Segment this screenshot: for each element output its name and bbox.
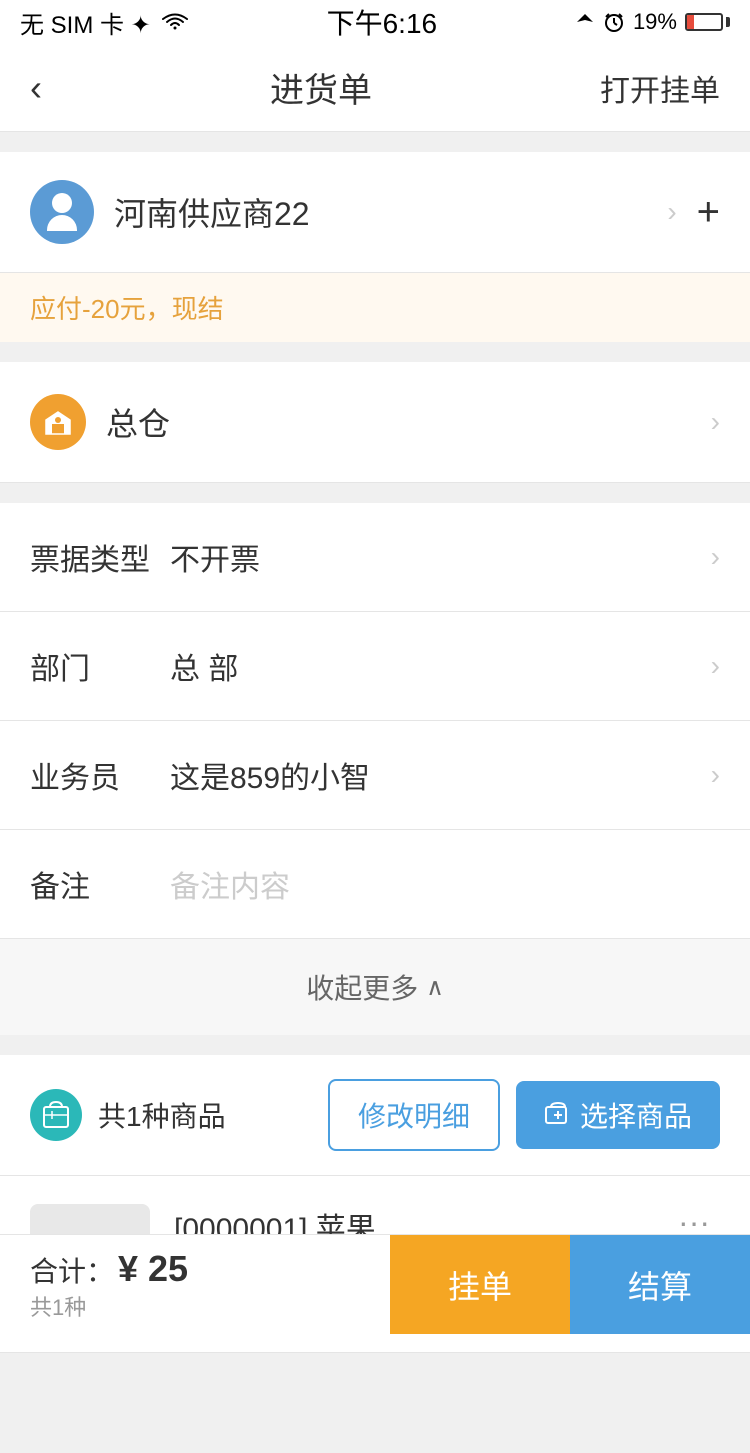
department-label: 部门 bbox=[30, 644, 170, 688]
salesperson-label: 业务员 bbox=[30, 753, 170, 797]
collapse-row[interactable]: 收起更多 ∧ bbox=[0, 939, 750, 1035]
divider-1 bbox=[0, 342, 750, 362]
hang-order-button[interactable]: 挂单 bbox=[390, 1235, 570, 1334]
supplier-name: 河南供应商22 bbox=[114, 189, 667, 235]
collapse-text: 收起更多 bbox=[306, 967, 418, 1007]
invoice-type-chevron-icon: › bbox=[711, 541, 720, 573]
total-label: 合计： bbox=[30, 1250, 114, 1290]
add-supplier-button[interactable]: + bbox=[697, 192, 720, 232]
total-amount: ¥ 25 bbox=[118, 1248, 188, 1290]
cart-icon bbox=[544, 1101, 572, 1129]
top-divider bbox=[0, 132, 750, 152]
person-head bbox=[52, 193, 72, 213]
person-body bbox=[47, 215, 77, 231]
avatar bbox=[30, 180, 94, 244]
warehouse-row[interactable]: 总仓 › bbox=[0, 362, 750, 483]
hang-btn-text: 挂单 bbox=[448, 1262, 512, 1308]
department-value: 总 部 bbox=[170, 644, 711, 688]
warehouse-label: 总仓 bbox=[106, 399, 711, 445]
invoice-type-row[interactable]: 票据类型 不开票 › bbox=[0, 503, 750, 612]
product-count: 共1种商品 bbox=[98, 1095, 328, 1135]
signal-text: 无 SIM 卡 ✦ bbox=[20, 5, 151, 40]
total-count: 共1种 bbox=[30, 1290, 360, 1322]
remark-row[interactable]: 备注 备注内容 bbox=[0, 830, 750, 939]
warehouse-icon bbox=[30, 394, 86, 450]
page-title: 进货单 bbox=[270, 63, 372, 112]
supplier-section: 河南供应商22 › + 应付-20元，现结 bbox=[0, 152, 750, 342]
back-button[interactable]: ‹ bbox=[30, 67, 42, 109]
invoice-type-label: 票据类型 bbox=[30, 535, 170, 579]
warehouse-section: 总仓 › bbox=[0, 362, 750, 483]
form-section: 票据类型 不开票 › 部门 总 部 › 业务员 这是859的小智 › 备注 备注… bbox=[0, 503, 750, 939]
status-bar: 无 SIM 卡 ✦ 下午6:16 19% bbox=[0, 0, 750, 44]
status-left: 无 SIM 卡 ✦ bbox=[20, 5, 189, 40]
product-header: 共1种商品 修改明细 选择商品 bbox=[0, 1055, 750, 1176]
status-right: 19% bbox=[575, 9, 730, 35]
department-row[interactable]: 部门 总 部 › bbox=[0, 612, 750, 721]
alarm-icon bbox=[603, 11, 625, 33]
salesperson-value: 这是859的小智 bbox=[170, 753, 711, 797]
bottom-spacer bbox=[0, 1353, 750, 1453]
battery-percent: 19% bbox=[633, 9, 677, 35]
warehouse-chevron-icon: › bbox=[711, 406, 720, 438]
supplier-row[interactable]: 河南供应商22 › + bbox=[0, 152, 750, 273]
divider-3 bbox=[0, 1035, 750, 1055]
invoice-type-value: 不开票 bbox=[170, 535, 711, 579]
bottom-bar: 合计： ¥ 25 共1种 挂单 结算 bbox=[0, 1234, 750, 1334]
salesperson-row[interactable]: 业务员 这是859的小智 › bbox=[0, 721, 750, 830]
wifi-icon bbox=[161, 12, 189, 32]
edit-detail-button[interactable]: 修改明细 bbox=[328, 1079, 500, 1151]
department-chevron-icon: › bbox=[711, 650, 720, 682]
salesperson-chevron-icon: › bbox=[711, 759, 720, 791]
status-time: 下午6:16 bbox=[327, 2, 438, 42]
remark-label: 备注 bbox=[30, 862, 170, 906]
checkout-button[interactable]: 结算 bbox=[570, 1235, 750, 1334]
notice-banner: 应付-20元，现结 bbox=[0, 273, 750, 342]
supplier-chevron-icon: › bbox=[667, 196, 676, 228]
total-section: 合计： ¥ 25 共1种 bbox=[0, 1235, 390, 1334]
product-count-icon bbox=[30, 1089, 82, 1141]
checkout-btn-text: 结算 bbox=[628, 1262, 692, 1308]
open-pending-button[interactable]: 打开挂单 bbox=[600, 66, 720, 110]
remark-input[interactable]: 备注内容 bbox=[170, 862, 720, 906]
collapse-icon: ∧ bbox=[426, 973, 444, 1002]
select-btn-text: 选择商品 bbox=[580, 1095, 692, 1135]
nav-bar: ‹ 进货单 打开挂单 bbox=[0, 44, 750, 132]
divider-2 bbox=[0, 483, 750, 503]
location-icon bbox=[575, 12, 595, 32]
person-icon bbox=[47, 193, 77, 231]
battery-indicator bbox=[685, 13, 730, 31]
notice-text: 应付-20元，现结 bbox=[30, 294, 224, 324]
select-product-button[interactable]: 选择商品 bbox=[516, 1081, 720, 1149]
